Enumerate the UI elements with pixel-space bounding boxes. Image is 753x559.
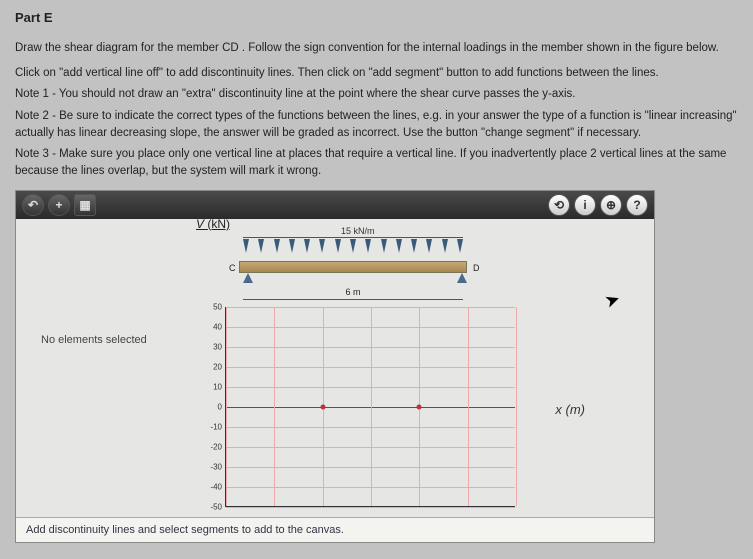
support-right-icon bbox=[457, 273, 467, 283]
reset-button[interactable]: ⟲ bbox=[548, 194, 570, 216]
part-label: Part E bbox=[15, 10, 738, 25]
node-c-label: C bbox=[229, 263, 236, 273]
add-button[interactable]: + bbox=[48, 194, 70, 216]
grid-lines: 50403020100-10-20-30-40-50 bbox=[226, 307, 515, 506]
support-left-icon bbox=[243, 273, 253, 283]
beam-diagram: 15 kN/m C D 6 m bbox=[201, 229, 541, 301]
help-button[interactable]: ? bbox=[626, 194, 648, 216]
y-tick-label: 0 bbox=[204, 402, 222, 411]
instruction-note2: Note 2 - Be sure to indicate the correct… bbox=[15, 108, 738, 141]
data-point[interactable] bbox=[320, 404, 325, 409]
data-point[interactable] bbox=[417, 404, 422, 409]
y-axis-label: V (kN) bbox=[196, 217, 230, 231]
y-tick-label: 20 bbox=[204, 362, 222, 371]
undo-button[interactable]: ↶ bbox=[22, 194, 44, 216]
y-tick-label: -10 bbox=[204, 422, 222, 431]
trash-button[interactable]: ▦ bbox=[74, 194, 96, 216]
y-tick-label: -30 bbox=[204, 462, 222, 471]
x-axis-label: x (m) bbox=[555, 402, 585, 417]
node-d-label: D bbox=[473, 263, 480, 273]
y-tick-label: 10 bbox=[204, 382, 222, 391]
instruction-note3: Note 3 - Make sure you place only one ve… bbox=[15, 146, 738, 179]
y-tick-label: -50 bbox=[204, 502, 222, 511]
instruction-main: Draw the shear diagram for the member CD… bbox=[15, 40, 738, 57]
y-tick-label: -20 bbox=[204, 442, 222, 451]
hint-bar: Add discontinuity lines and select segme… bbox=[16, 517, 654, 542]
zoom-button[interactable]: ⊕ bbox=[600, 194, 622, 216]
beam-member bbox=[239, 261, 467, 273]
span-dimension: 6 m bbox=[243, 289, 463, 300]
y-tick-label: 40 bbox=[204, 322, 222, 331]
instructions-block: Draw the shear diagram for the member CD… bbox=[15, 40, 738, 180]
instruction-note1: Note 1 - You should not draw an "extra" … bbox=[15, 86, 738, 103]
distributed-load-icon bbox=[243, 231, 463, 259]
instruction-click: Click on "add vertical line off" to add … bbox=[15, 65, 738, 82]
y-tick-label: 50 bbox=[204, 302, 222, 311]
y-tick-label: 30 bbox=[204, 342, 222, 351]
selection-status: No elements selected bbox=[41, 229, 186, 507]
canvas-toolbar: ↶ + ▦ ⟲ i ⊕ ? bbox=[16, 191, 654, 219]
y-tick-label: -40 bbox=[204, 482, 222, 491]
drawing-canvas: ↶ + ▦ ⟲ i ⊕ ? No elements selected 15 kN… bbox=[15, 190, 655, 543]
shear-graph[interactable]: 50403020100-10-20-30-40-50 x (m) bbox=[225, 307, 515, 507]
info-button[interactable]: i bbox=[574, 194, 596, 216]
